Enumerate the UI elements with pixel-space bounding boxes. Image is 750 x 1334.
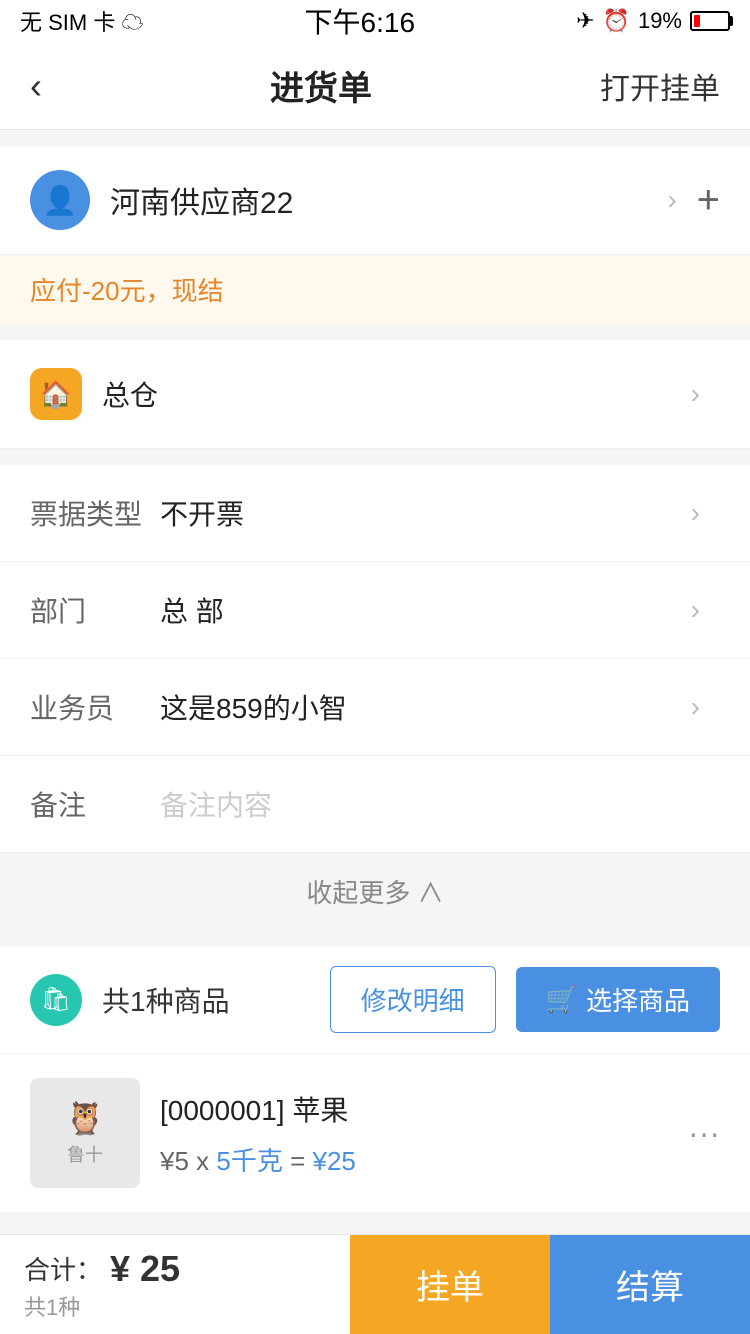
section-gap-3 xyxy=(0,449,750,465)
salesperson-chevron-icon: › xyxy=(691,691,700,723)
cart-icon: 🛍 xyxy=(41,985,71,1014)
sim-status: 无 SIM 卡 ☁ xyxy=(20,5,143,37)
product-thumb-label: 鲁十 xyxy=(67,1141,103,1167)
product-unit-price: ¥5 x xyxy=(160,1146,216,1176)
select-product-label: 选择商品 xyxy=(586,981,690,1018)
product-quantity: 5千克 xyxy=(216,1146,282,1176)
supplier-section: 👤 河南供应商22 › + 应付-20元，现结 xyxy=(0,146,750,324)
warehouse-section: 🏠 总仓 › xyxy=(0,340,750,449)
product-count-icon: 🛍 xyxy=(30,974,82,1026)
status-right: ✈ ⏰ 19% xyxy=(576,8,730,34)
bottom-bar: 合计： ¥ 25 共1种 挂单 结算 xyxy=(0,1234,750,1334)
product-info: [0000001] 苹果 ¥5 x 5千克 = ¥25 xyxy=(160,1089,668,1178)
warehouse-icon: 🏠 xyxy=(30,368,82,420)
warehouse-name: 总仓 xyxy=(102,374,691,414)
fields-section: 票据类型 不开票 › 部门 总 部 › 业务员 这是859的小智 › 备注 备注… xyxy=(0,465,750,853)
field-label-dept: 部门 xyxy=(30,590,160,630)
hang-button[interactable]: 挂单 xyxy=(350,1235,550,1334)
select-product-icon: 🛒 xyxy=(546,984,578,1015)
supplier-avatar: 👤 xyxy=(30,170,90,230)
field-row-remark[interactable]: 备注 备注内容 xyxy=(0,756,750,853)
open-hang-button[interactable]: 打开挂单 xyxy=(600,64,720,108)
status-left: 无 SIM 卡 ☁ xyxy=(20,5,143,37)
field-label-remark: 备注 xyxy=(30,784,160,824)
battery-icon xyxy=(690,11,730,31)
avatar-icon: 👤 xyxy=(43,184,78,217)
supplier-alert: 应付-20元，现结 xyxy=(0,255,750,324)
alarm-icon: ⏰ xyxy=(603,8,630,34)
total-label-text: 合计： xyxy=(24,1250,102,1287)
total-section: 合计： ¥ 25 共1种 xyxy=(0,1235,350,1334)
dept-chevron-icon: › xyxy=(691,594,700,626)
product-header: 🛍 共1种商品 修改明细 🛒 选择商品 xyxy=(0,946,750,1053)
collapse-row[interactable]: 收起更多 ∧ xyxy=(0,853,750,930)
product-equal: = xyxy=(290,1146,312,1176)
product-price: ¥5 x 5千克 = ¥25 xyxy=(160,1141,668,1178)
product-count-label: 共1种商品 xyxy=(102,980,310,1020)
select-product-button[interactable]: 🛒 选择商品 xyxy=(516,967,720,1032)
total-label: 合计： ¥ 25 xyxy=(24,1248,326,1290)
product-more-button[interactable]: ··· xyxy=(688,1115,720,1152)
product-item: 🦉 鲁十 [0000001] 苹果 ¥5 x 5千克 = ¥25 ··· xyxy=(0,1053,750,1212)
field-value-dept: 总 部 xyxy=(160,590,691,630)
ticket-chevron-icon: › xyxy=(691,497,700,529)
section-gap-2 xyxy=(0,324,750,340)
field-value-ticket: 不开票 xyxy=(160,493,691,533)
edit-detail-button[interactable]: 修改明细 xyxy=(330,966,496,1033)
page-title: 进货单 xyxy=(270,61,372,110)
battery-percent: 19% xyxy=(638,8,682,34)
field-value-remark: 备注内容 xyxy=(160,784,720,824)
location-icon: ✈ xyxy=(576,8,594,34)
field-row-salesperson[interactable]: 业务员 这是859的小智 › xyxy=(0,659,750,756)
supplier-name: 河南供应商22 xyxy=(110,178,667,222)
section-gap-4 xyxy=(0,930,750,946)
product-thumbnail: 🦉 鲁十 xyxy=(30,1078,140,1188)
warehouse-chevron-icon: › xyxy=(691,378,700,410)
product-thumb-icon: 🦉 xyxy=(65,1099,105,1137)
add-button[interactable]: + xyxy=(697,178,720,223)
product-name: [0000001] 苹果 xyxy=(160,1089,668,1129)
total-count: 共1种 xyxy=(24,1290,326,1322)
section-gap-1 xyxy=(0,130,750,146)
product-total: ¥25 xyxy=(313,1146,356,1176)
back-button[interactable]: ‹ xyxy=(30,65,42,107)
field-row-dept[interactable]: 部门 总 部 › xyxy=(0,562,750,659)
checkout-button[interactable]: 结算 xyxy=(550,1235,750,1334)
field-label-ticket: 票据类型 xyxy=(30,493,160,533)
total-amount: ¥ 25 xyxy=(110,1248,180,1290)
supplier-chevron-icon: › xyxy=(667,184,676,216)
supplier-row[interactable]: 👤 河南供应商22 › + xyxy=(0,146,750,255)
field-row-ticket[interactable]: 票据类型 不开票 › xyxy=(0,465,750,562)
status-bar: 无 SIM 卡 ☁ 下午6:16 ✈ ⏰ 19% xyxy=(0,0,750,42)
field-value-salesperson: 这是859的小智 xyxy=(160,687,691,727)
nav-bar: ‹ 进货单 打开挂单 xyxy=(0,42,750,130)
field-label-salesperson: 业务员 xyxy=(30,687,160,727)
warehouse-row[interactable]: 🏠 总仓 › xyxy=(0,340,750,449)
status-time: 下午6:16 xyxy=(305,1,416,41)
